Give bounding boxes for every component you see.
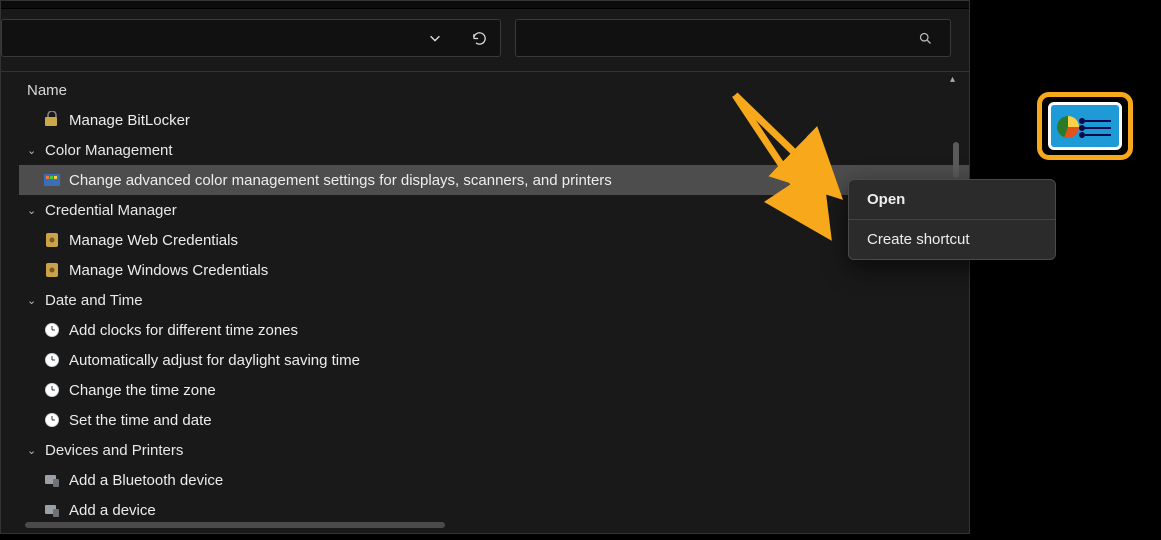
address-bar[interactable] bbox=[1, 19, 501, 57]
chevron-down-icon: ⌄ bbox=[27, 144, 43, 157]
clock-icon bbox=[43, 351, 61, 369]
context-menu: Open Create shortcut bbox=[848, 179, 1056, 260]
vertical-scrollbar[interactable] bbox=[953, 142, 959, 178]
chevron-down-icon: ⌄ bbox=[27, 444, 43, 457]
group-header[interactable]: ⌄Date and Time bbox=[19, 285, 969, 315]
clock-icon bbox=[43, 411, 61, 429]
item-label: Set the time and date bbox=[69, 412, 212, 429]
search-icon bbox=[914, 27, 936, 49]
explorer-window: ▴ Name Manage BitLocker⌄Color Management… bbox=[0, 0, 970, 534]
item-label: Change the time zone bbox=[69, 382, 216, 399]
list-item[interactable]: Manage BitLocker bbox=[19, 105, 969, 135]
list-item[interactable]: Change the time zone bbox=[19, 375, 969, 405]
group-header[interactable]: ⌄Credential Manager bbox=[19, 195, 969, 225]
item-label: Add clocks for different time zones bbox=[69, 322, 298, 339]
group-header[interactable]: ⌄Color Management bbox=[19, 135, 969, 165]
list-item[interactable]: Add a Bluetooth device bbox=[19, 465, 969, 495]
list-item[interactable]: Change advanced color management setting… bbox=[19, 165, 969, 195]
list-item[interactable]: Manage Web Credentials bbox=[19, 225, 969, 255]
item-label: Manage Web Credentials bbox=[69, 232, 238, 249]
bitlocker-icon bbox=[43, 111, 61, 129]
item-label: Automatically adjust for daylight saving… bbox=[69, 352, 360, 369]
device-icon bbox=[43, 471, 61, 489]
refresh-icon[interactable] bbox=[468, 27, 490, 49]
content-area: ▴ Name Manage BitLocker⌄Color Management… bbox=[1, 72, 969, 540]
title-bar-gap bbox=[1, 1, 969, 9]
item-list: Manage BitLocker⌄Color ManagementChange … bbox=[13, 105, 969, 525]
horizontal-scrollbar[interactable] bbox=[25, 522, 445, 528]
item-label: Manage Windows Credentials bbox=[69, 262, 268, 279]
clock-icon bbox=[43, 321, 61, 339]
item-label: Change advanced color management setting… bbox=[69, 172, 612, 189]
list-item[interactable]: Manage Windows Credentials bbox=[19, 255, 969, 285]
group-label: Devices and Printers bbox=[45, 442, 183, 459]
group-label: Color Management bbox=[45, 142, 173, 159]
chevron-down-icon: ⌄ bbox=[27, 204, 43, 217]
context-menu-open[interactable]: Open bbox=[849, 180, 1055, 219]
chevron-down-icon: ⌄ bbox=[27, 294, 43, 307]
list-item[interactable]: Set the time and date bbox=[19, 405, 969, 435]
scroll-up-icon[interactable]: ▴ bbox=[950, 74, 960, 84]
item-label: Add a device bbox=[69, 502, 156, 519]
list-item[interactable]: Add a device bbox=[19, 495, 969, 525]
search-box[interactable] bbox=[515, 19, 951, 57]
context-menu-create-shortcut[interactable]: Create shortcut bbox=[849, 220, 1055, 259]
group-label: Credential Manager bbox=[45, 202, 177, 219]
vault-icon bbox=[43, 261, 61, 279]
column-header-name[interactable]: Name bbox=[13, 72, 969, 105]
chevron-down-icon[interactable] bbox=[424, 27, 446, 49]
toolbar bbox=[1, 9, 969, 72]
list-item[interactable]: Automatically adjust for daylight saving… bbox=[19, 345, 969, 375]
group-header[interactable]: ⌄Devices and Printers bbox=[19, 435, 969, 465]
device-icon bbox=[43, 501, 61, 519]
group-label: Date and Time bbox=[45, 292, 143, 309]
color-icon bbox=[43, 171, 61, 189]
item-label: Manage BitLocker bbox=[69, 112, 190, 129]
list-item[interactable]: Add clocks for different time zones bbox=[19, 315, 969, 345]
item-label: Add a Bluetooth device bbox=[69, 472, 223, 489]
clock-icon bbox=[43, 381, 61, 399]
vault-icon bbox=[43, 231, 61, 249]
control-panel-badge-icon bbox=[1037, 92, 1133, 160]
